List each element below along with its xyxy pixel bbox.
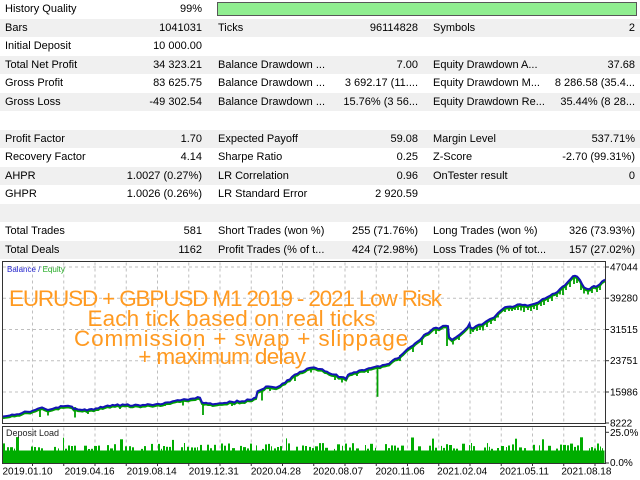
svg-text:2019.08.14: 2019.08.14	[127, 467, 177, 478]
svg-text:23751: 23751	[610, 356, 638, 367]
svg-text:39280: 39280	[610, 294, 638, 305]
svg-text:2021.08.18: 2021.08.18	[561, 467, 611, 478]
svg-text:2021.05.11: 2021.05.11	[500, 467, 550, 478]
svg-text:47044: 47044	[610, 263, 638, 274]
svg-text:0.0%: 0.0%	[610, 458, 633, 469]
svg-text:2019.12.31: 2019.12.31	[189, 467, 239, 478]
svg-text:15986: 15986	[610, 388, 638, 399]
svg-text:2019.01.10: 2019.01.10	[2, 467, 52, 478]
svg-text:31515: 31515	[610, 325, 638, 336]
svg-text:2019.04.16: 2019.04.16	[65, 467, 115, 478]
svg-text:2020.11.06: 2020.11.06	[375, 467, 425, 478]
svg-text:2020.08.07: 2020.08.07	[313, 467, 363, 478]
svg-text:2021.02.04: 2021.02.04	[437, 467, 487, 478]
svg-text:2020.04.28: 2020.04.28	[251, 467, 301, 478]
svg-text:25.0%: 25.0%	[610, 428, 638, 439]
